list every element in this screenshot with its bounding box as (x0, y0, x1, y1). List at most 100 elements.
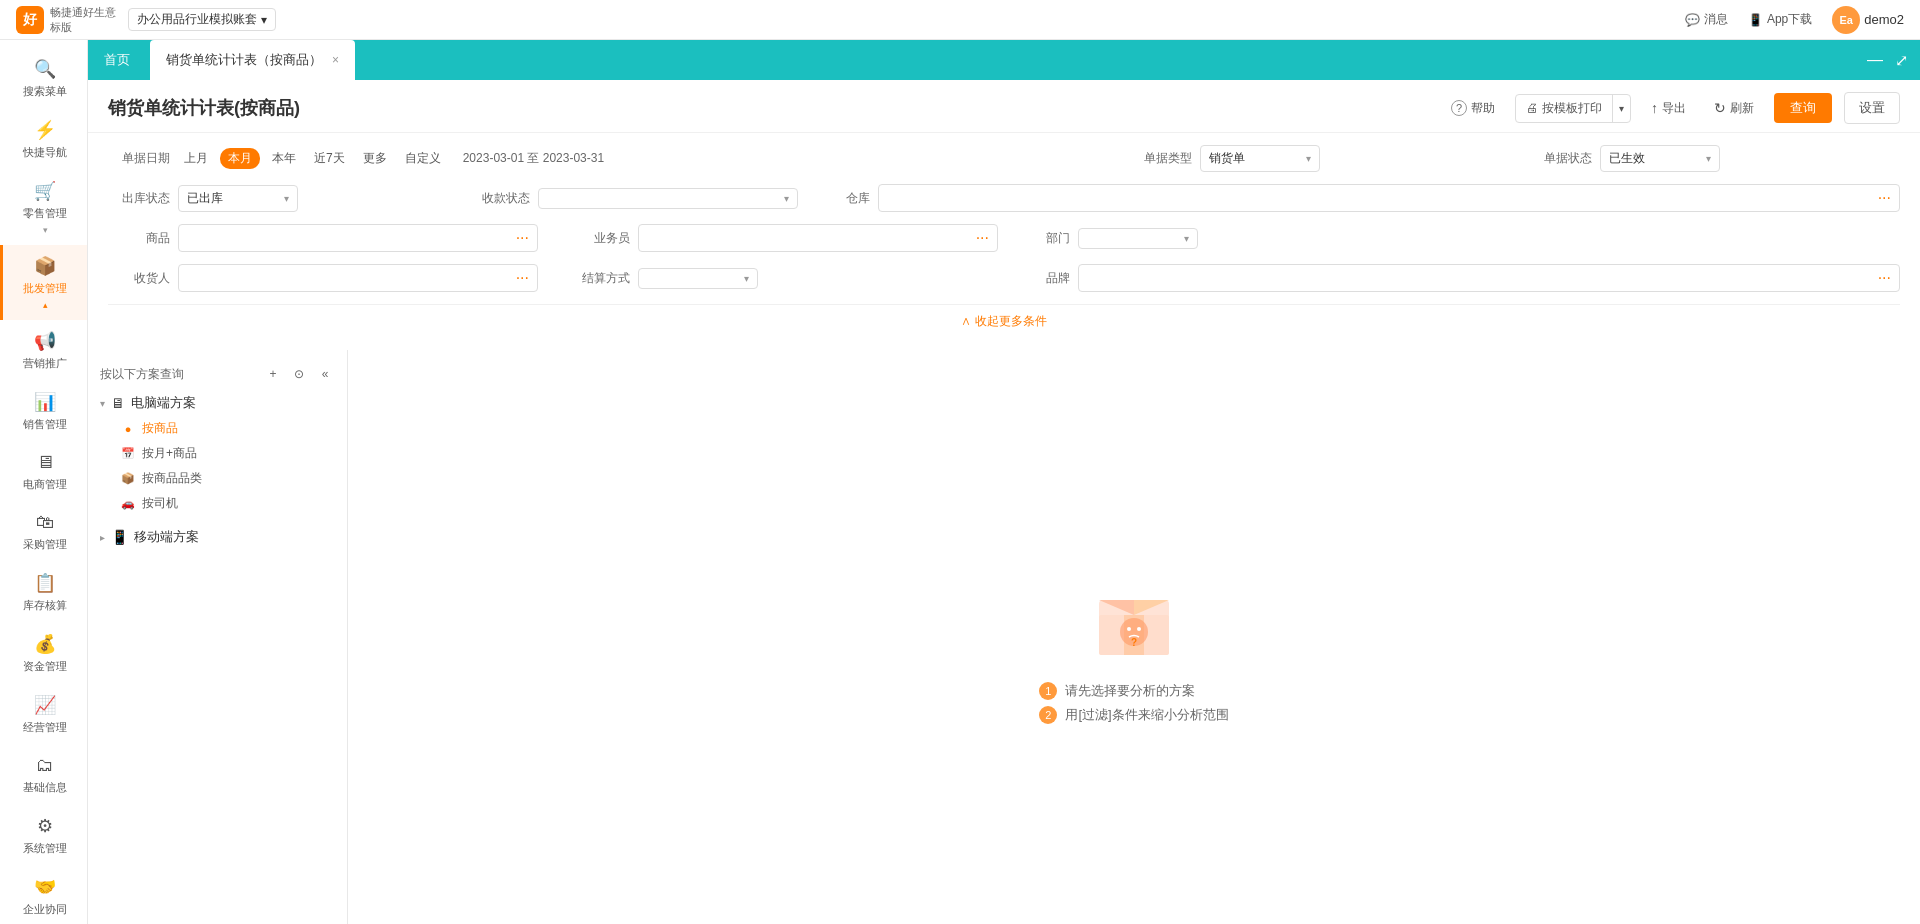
settlement-label: 结算方式 (558, 270, 638, 287)
warehouse-more-btn[interactable]: ··· (1878, 189, 1891, 207)
sidebar-item-inventory[interactable]: 📋 库存核算 (0, 562, 87, 623)
date-btn-this-month[interactable]: 本月 (220, 148, 260, 169)
doc-status-label: 单据状态 (1520, 150, 1600, 167)
doc-type-select[interactable]: 销货单 ▾ (1200, 145, 1320, 172)
query-button[interactable]: 查询 (1774, 93, 1832, 123)
out-status-control: 已出库 ▾ (178, 185, 438, 212)
sidebar-item-ecommerce[interactable]: 🖥 电商管理 (0, 442, 87, 502)
date-btn-this-year[interactable]: 本年 (266, 148, 302, 169)
filter-row-1: 单据日期 上月 本月 本年 近7天 更多 自定义 2023-03-01 至 20… (108, 145, 1900, 172)
sidebar-item-operation[interactable]: 📈 经营管理 (0, 684, 87, 745)
collapse-tree-button[interactable]: « (315, 364, 335, 384)
logo-area: 好 畅捷通好生意 标版 (16, 5, 116, 34)
goods-category-icon: 📦 (120, 471, 136, 487)
goods-more-btn[interactable]: ··· (516, 229, 529, 247)
sidebar-item-sales[interactable]: 📊 销售管理 (0, 381, 87, 442)
tree-group-pc[interactable]: ▾ 🖥 电脑端方案 (88, 390, 347, 416)
warehouse-input[interactable]: ··· (878, 184, 1900, 212)
page-title: 销货单统计计表(按商品) (108, 96, 300, 120)
page-actions: ? 帮助 🖨 按模板打印 ▾ ↑ 导出 (1443, 92, 1900, 124)
settlement-select[interactable]: ▾ (638, 268, 758, 289)
basic-icon: 🗂 (36, 755, 54, 776)
salesman-more-btn[interactable]: ··· (976, 229, 989, 247)
tree-item-by-goods[interactable]: ● 按商品 (108, 416, 347, 441)
avatar: Ea (1832, 6, 1860, 34)
help-button[interactable]: ? 帮助 (1443, 96, 1503, 121)
user-menu[interactable]: Ea demo2 (1832, 6, 1904, 34)
sidebar-item-purchase[interactable]: 🛍 采购管理 (0, 502, 87, 562)
template-print-dropdown[interactable]: ▾ (1613, 98, 1630, 119)
doc-status-control: 已生效 ▾ (1600, 145, 1900, 172)
date-btn-7days[interactable]: 近7天 (308, 148, 351, 169)
edit-scheme-button[interactable]: ⊙ (289, 364, 309, 384)
tree-item-by-goods-category[interactable]: 📦 按商品品类 (108, 466, 347, 491)
goods-control: ··· (178, 224, 538, 252)
sidebar-item-search-menu[interactable]: 🔍 搜索菜单 (0, 48, 87, 109)
logo-icon: 好 (16, 6, 44, 34)
app-download-icon: 📱 (1748, 13, 1763, 27)
marketing-icon: 📢 (34, 330, 56, 352)
svg-point-6 (1127, 627, 1131, 631)
message-button[interactable]: 💬 消息 (1685, 11, 1728, 28)
sidebar-item-cooperation[interactable]: 🤝 企业协同 (0, 866, 87, 924)
empty-tip-1: 1 请先选择要分析的方案 (1039, 682, 1228, 700)
sidebar-item-basic[interactable]: 🗂 基础信息 (0, 745, 87, 805)
department-select[interactable]: ▾ (1078, 228, 1198, 249)
left-panel-header: 按以下方案查询 + ⊙ « (88, 358, 347, 390)
refresh-button[interactable]: ↻ 刷新 (1706, 96, 1762, 121)
collection-status-select[interactable]: ▾ (538, 188, 798, 209)
top-bar-left: 好 畅捷通好生意 标版 办公用品行业模拟账套 ▾ (16, 5, 276, 34)
tab-minimize-button[interactable]: — (1863, 47, 1887, 73)
finance-icon: 💰 (34, 633, 56, 655)
left-panel-title: 按以下方案查询 (100, 366, 184, 383)
filter-area: 单据日期 上月 本月 本年 近7天 更多 自定义 2023-03-01 至 20… (88, 133, 1920, 350)
sidebar-item-retail[interactable]: 🛒 零售管理 ▾ (0, 170, 87, 245)
salesman-label: 业务员 (558, 230, 638, 247)
tab-current[interactable]: 销货单统计计表（按商品） × (150, 40, 355, 80)
filter-row-4: 收货人 ··· 结算方式 ▾ 品牌 (108, 264, 1900, 292)
recipient-more-btn[interactable]: ··· (516, 269, 529, 287)
tree-group-mobile[interactable]: ▸ 📱 移动端方案 (88, 524, 347, 550)
brand-more-btn[interactable]: ··· (1878, 269, 1891, 287)
collection-status-arrow: ▾ (784, 193, 789, 204)
sidebar-item-quick-nav[interactable]: ⚡ 快捷导航 (0, 109, 87, 170)
top-bar-right: 💬 消息 📱 App下载 Ea demo2 (1685, 6, 1904, 34)
date-btn-last-month[interactable]: 上月 (178, 148, 214, 169)
chevron-down-icon: ▾ (261, 13, 267, 27)
tab-close-button[interactable]: × (332, 53, 339, 67)
template-print-button[interactable]: 🖨 按模板打印 (1516, 95, 1613, 122)
collapse-bar[interactable]: ∧ 收起更多条件 (108, 304, 1900, 338)
goods-input[interactable]: ··· (178, 224, 538, 252)
settings-button[interactable]: 设置 (1844, 92, 1900, 124)
message-icon: 💬 (1685, 13, 1700, 27)
out-status-select[interactable]: 已出库 ▾ (178, 185, 298, 212)
date-btn-more[interactable]: 更多 (357, 148, 393, 169)
settlement-control: ▾ (638, 268, 998, 289)
tab-home[interactable]: 首页 (88, 40, 146, 80)
export-button[interactable]: ↑ 导出 (1643, 96, 1694, 121)
recipient-label: 收货人 (108, 270, 178, 287)
date-btn-custom[interactable]: 自定义 (399, 148, 447, 169)
doc-type-arrow: ▾ (1306, 153, 1311, 164)
out-status-label: 出库状态 (108, 190, 178, 207)
tree-item-by-supplier[interactable]: 🚗 按司机 (108, 491, 347, 516)
doc-status-select[interactable]: 已生效 ▾ (1600, 145, 1720, 172)
supplier-icon: 🚗 (120, 496, 136, 512)
brand-control: ··· (1078, 264, 1900, 292)
sidebar-item-finance[interactable]: 💰 资金管理 (0, 623, 87, 684)
tab-maximize-button[interactable]: ⤢ (1891, 47, 1912, 74)
department-arrow: ▾ (1184, 233, 1189, 244)
app-download-button[interactable]: 📱 App下载 (1748, 11, 1812, 28)
sidebar-item-wholesale[interactable]: 📦 批发管理 ▴ (0, 245, 87, 320)
industry-select[interactable]: 办公用品行业模拟账套 ▾ (128, 8, 276, 31)
salesman-input[interactable]: ··· (638, 224, 998, 252)
sidebar-item-system[interactable]: ⚙ 系统管理 (0, 805, 87, 866)
tree-mobile-expand-icon: ▸ (100, 532, 105, 543)
empty-state: ? 1 请先选择要分析的方案 2 用[过滤]条件来缩小分析范围 (1039, 550, 1228, 724)
empty-tip-2: 2 用[过滤]条件来缩小分析范围 (1039, 706, 1228, 724)
add-scheme-button[interactable]: + (263, 364, 283, 384)
brand-input[interactable]: ··· (1078, 264, 1900, 292)
sidebar-item-marketing[interactable]: 📢 营销推广 (0, 320, 87, 381)
recipient-input[interactable]: ··· (178, 264, 538, 292)
tree-item-by-month-goods[interactable]: 📅 按月+商品 (108, 441, 347, 466)
